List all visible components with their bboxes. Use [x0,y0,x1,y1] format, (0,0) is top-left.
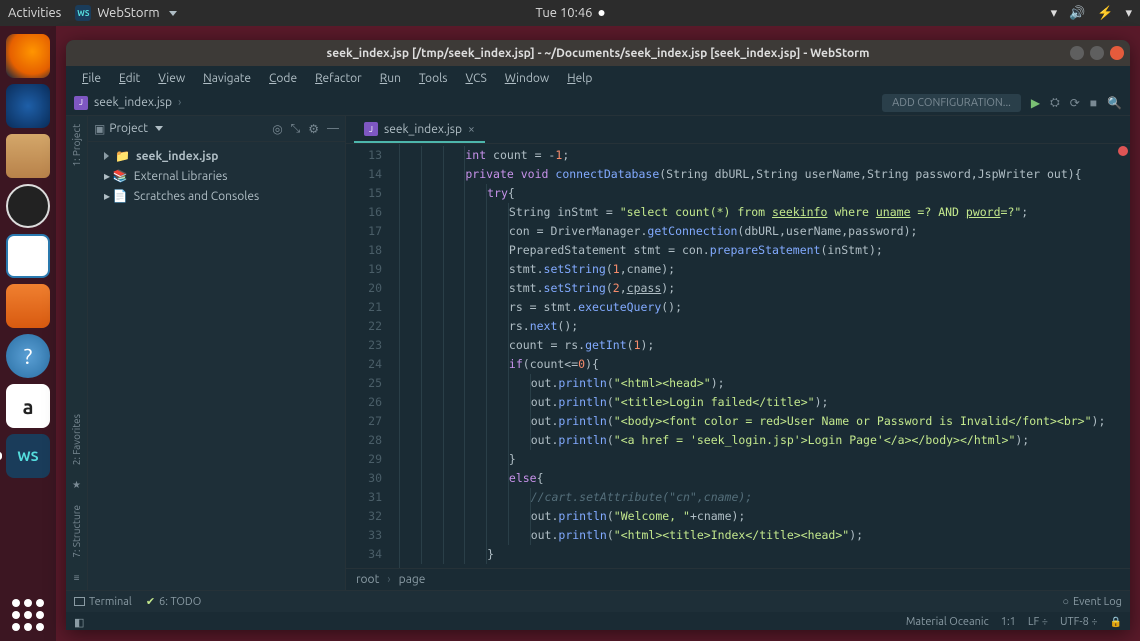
coverage-icon[interactable]: ⟳ [1070,96,1080,110]
library-icon: ▸ 📚 [104,169,128,183]
folder-icon: ▣ [94,122,105,136]
folder-icon: 📁 [115,149,130,163]
dock-firefox-icon[interactable] [6,34,50,78]
dock-help-icon[interactable]: ? [6,334,50,378]
tree-item[interactable]: ▸ 📄 Scratches and Consoles [88,186,345,206]
dock-files-icon[interactable] [6,134,50,178]
tab-event-log[interactable]: ○ Event Log [1062,596,1122,608]
tool-windows-toggle-icon[interactable]: ◧ [74,616,84,629]
network-icon[interactable]: ▾ [1051,6,1058,21]
dock-thunderbird-icon[interactable] [6,84,50,128]
terminal-icon [74,597,85,606]
hide-icon[interactable]: — [327,122,339,136]
fold-gutter[interactable] [390,144,400,568]
caret-position[interactable]: 1:1 [1001,616,1016,628]
ubuntu-dock: ? a WS [0,26,56,641]
menu-navigate[interactable]: Navigate [195,70,259,87]
app-menu[interactable]: WS WebStorm [75,5,176,21]
breadcrumbs-bottom[interactable]: root › page [346,568,1130,590]
jsp-file-icon: J [74,96,88,110]
locate-icon[interactable]: ◎ [272,122,282,136]
editor-tab[interactable]: J seek_index.jsp × [354,117,485,143]
breadcrumb-segment[interactable]: page [399,573,426,586]
power-icon[interactable]: ▾ [1125,6,1132,21]
tab-terminal[interactable]: Terminal [74,596,132,608]
dock-webstorm-icon[interactable]: WS [6,434,50,478]
menu-refactor[interactable]: Refactor [307,70,370,87]
menu-window[interactable]: Window [497,70,557,87]
battery-icon[interactable]: ⚡ [1097,6,1113,21]
dock-writer-icon[interactable] [6,234,50,278]
todo-icon: ✔ [146,595,155,608]
menu-tools[interactable]: Tools [411,70,456,87]
webstorm-window: seek_index.jsp [/tmp/seek_index.jsp] - ~… [66,40,1130,630]
project-view-selector[interactable]: ▣ Project [94,122,163,136]
tab-favorites[interactable]: 2: Favorites [69,406,84,473]
activities-button[interactable]: Activities [8,6,61,20]
chevron-right-icon: › [178,96,181,109]
tab-structure[interactable]: 7: Structure [69,497,84,566]
theme-indicator[interactable]: Material Oceanic [906,616,989,628]
dock-amazon-icon[interactable]: a [6,384,50,428]
menubar: FileEditViewNavigateCodeRefactorRunTools… [66,66,1130,90]
star-icon: ★ [72,473,81,497]
gnome-topbar: Activities WS WebStorm Tue 10:46 ▾ 🔊 ⚡ ▾ [0,0,1140,26]
stop-icon[interactable]: ■ [1090,96,1097,110]
file-encoding[interactable]: UTF-8 ÷ [1060,616,1098,628]
error-stripe-icon[interactable] [1118,146,1128,156]
close-button[interactable] [1110,46,1124,60]
minimize-button[interactable] [1070,46,1084,60]
menu-edit[interactable]: Edit [111,70,148,87]
chevron-down-icon [169,11,177,16]
show-applications-icon[interactable] [12,599,44,631]
debug-icon[interactable]: ⛭ [1050,96,1060,110]
maximize-button[interactable] [1090,46,1104,60]
search-icon[interactable]: 🔍 [1107,96,1122,110]
tree-item[interactable]: ▸ 📚 External Libraries [88,166,345,186]
menu-run[interactable]: Run [372,70,409,87]
line-separator[interactable]: LF ÷ [1028,616,1048,628]
menu-code[interactable]: Code [261,70,305,87]
breadcrumb-segment[interactable]: root [356,573,379,586]
bottom-tool-strip: Terminal ✔6: TODO ○ Event Log [66,590,1130,612]
dock-software-icon[interactable] [6,284,50,328]
project-tool-window: ▣ Project ◎ ⤡ ⚙ — 📁 seek_index.jsp▸ 📚 Ex… [88,116,346,590]
dock-disks-icon[interactable] [6,184,50,228]
status-bar: ◧ Material Oceanic 1:1 LF ÷ UTF-8 ÷ 🔒 [66,612,1130,630]
chevron-down-icon [155,126,163,131]
menu-vcs[interactable]: VCS [457,70,494,87]
collapse-icon[interactable]: ⤡ [291,122,301,136]
tab-todo[interactable]: ✔6: TODO [146,595,201,608]
chevron-right-icon: › [387,573,390,586]
left-tool-strip: 1: Project 2: Favorites ★ 7: Structure ≡ [66,116,88,590]
tab-project[interactable]: 1: Project [69,116,84,175]
line-gutter: 1314151617181920212223242526272829303132… [346,144,390,568]
breadcrumb[interactable]: J seek_index.jsp › [74,96,181,110]
lock-icon[interactable]: 🔒 [1110,616,1122,628]
code-area[interactable]: 1314151617181920212223242526272829303132… [346,144,1130,568]
jsp-file-icon: J [364,122,378,136]
volume-icon[interactable]: 🔊 [1069,6,1085,21]
navigation-bar: J seek_index.jsp › ADD CONFIGURATION... … [66,90,1130,116]
menu-view[interactable]: View [150,70,193,87]
notification-dot-icon [598,10,604,16]
clock[interactable]: Tue 10:46 [536,6,605,20]
menu-help[interactable]: Help [559,70,600,87]
scratch-icon: ▸ 📄 [104,189,128,203]
window-title: seek_index.jsp [/tmp/seek_index.jsp] - ~… [327,47,870,60]
structure-icon: ≡ [74,566,80,590]
close-tab-icon[interactable]: × [468,123,475,136]
add-configuration-button[interactable]: ADD CONFIGURATION... [882,94,1021,112]
gear-icon[interactable]: ⚙ [308,122,319,136]
webstorm-icon: WS [75,5,91,21]
tree-item[interactable]: 📁 seek_index.jsp [88,146,345,166]
editor: J seek_index.jsp × 131415161718192021222… [346,116,1130,590]
window-titlebar[interactable]: seek_index.jsp [/tmp/seek_index.jsp] - ~… [66,40,1130,66]
run-icon[interactable]: ▶ [1031,96,1040,110]
menu-file[interactable]: File [74,70,109,87]
chevron-right-icon [104,152,109,160]
